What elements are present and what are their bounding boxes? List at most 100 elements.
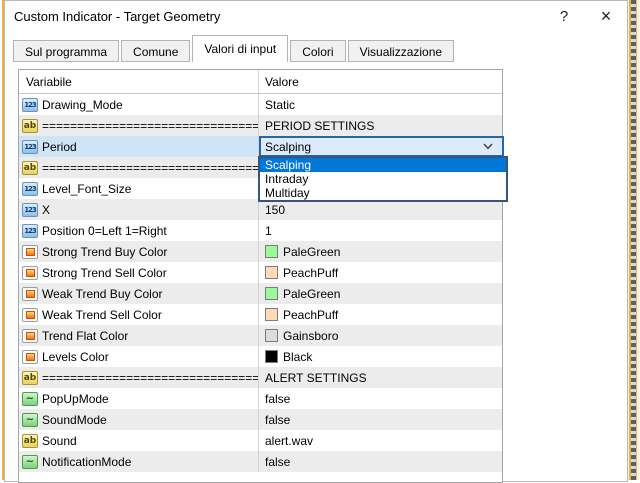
dialog-title: Custom Indicator - Target Geometry: [14, 9, 221, 24]
table-row[interactable]: ab Sound alert.wav: [19, 430, 502, 451]
table-row[interactable]: Weak Trend Buy Color PaleGreen: [19, 283, 502, 304]
table-row[interactable]: ~ SoundMode false: [19, 409, 502, 430]
variable-value: 150: [265, 202, 286, 217]
variable-name: Strong Trend Buy Color: [42, 244, 168, 259]
value-cell[interactable]: PeachPuff: [259, 262, 502, 283]
variable-name: PopUpMode: [42, 391, 109, 406]
background-chart-right: [628, 0, 640, 480]
value-cell[interactable]: Scalping: [259, 136, 504, 157]
variable-cell: ~ SoundMode: [19, 409, 259, 430]
color-swatch: [265, 287, 278, 300]
table-row[interactable]: 123 Period Scalping: [19, 136, 504, 157]
value-cell[interactable]: PaleGreen: [259, 283, 502, 304]
tab-comune[interactable]: Comune: [121, 40, 191, 62]
variable-value: false: [265, 412, 291, 427]
variable-value: ALERT SETTINGS: [265, 370, 367, 385]
tab-bar: Sul programma Comune Valori di input Col…: [13, 34, 456, 62]
color-swatch: [265, 245, 278, 258]
variable-cell: 123 Level_Font_Size: [19, 178, 259, 199]
table-row[interactable]: 123 Drawing_Mode Static: [19, 94, 502, 115]
dropdown-option-multiday[interactable]: Multiday: [260, 186, 506, 200]
dropdown-option-scalping[interactable]: Scalping: [260, 158, 506, 172]
tab-sul-programma[interactable]: Sul programma: [13, 40, 120, 62]
table-row[interactable]: Strong Trend Sell Color PeachPuff: [19, 262, 502, 283]
value-cell[interactable]: false: [259, 409, 502, 430]
table-row[interactable]: ~ PopUpMode false: [19, 388, 502, 409]
variable-cell: ab Sound: [19, 430, 259, 451]
variable-value: PERIOD SETTINGS: [265, 118, 375, 133]
table-row[interactable]: Levels Color Black: [19, 346, 502, 367]
variable-value: false: [265, 391, 291, 406]
table-row[interactable]: ~ NotificationMode false: [19, 451, 502, 472]
title-bar[interactable]: Custom Indicator - Target Geometry ? ×: [5, 1, 627, 32]
table-row[interactable]: ab ================================== AL…: [19, 367, 502, 388]
color-icon: [22, 244, 38, 259]
table-row[interactable]: Trend Flat Color Gainsboro: [19, 325, 502, 346]
variable-name: SoundMode: [42, 412, 107, 427]
table-body: 123 Drawing_Mode Static ab =============…: [19, 94, 504, 472]
variable-name: ==================================: [42, 118, 259, 133]
table-header: Variabile Valore: [19, 70, 502, 94]
tab-valori-di-input[interactable]: Valori di input: [192, 35, 289, 62]
table-row[interactable]: 123 Position 0=Left 1=Right 1: [19, 220, 502, 241]
variable-cell: 123 Period: [19, 136, 259, 157]
variable-name: Level_Font_Size: [42, 181, 132, 196]
variable-name: Levels Color: [42, 349, 109, 364]
titlebar-buttons: ? ×: [543, 1, 627, 32]
value-cell[interactable]: PaleGreen: [259, 241, 502, 262]
value-cell[interactable]: PeachPuff: [259, 304, 502, 325]
variable-value: PeachPuff: [283, 265, 339, 280]
variable-name: X: [42, 202, 51, 217]
dialog-window: Custom Indicator - Target Geometry ? × S…: [4, 0, 628, 483]
tab-visualizzazione[interactable]: Visualizzazione: [347, 40, 455, 62]
chevron-down-icon: [483, 143, 493, 150]
variable-name: ==================================: [42, 160, 259, 175]
table-row[interactable]: Weak Trend Sell Color PeachPuff: [19, 304, 502, 325]
variable-value: alert.wav: [265, 433, 314, 448]
color-icon: [22, 307, 38, 322]
bool-icon: ~: [22, 412, 38, 427]
variable-cell: 123 Drawing_Mode: [19, 94, 259, 115]
table-row[interactable]: 123 X 150: [19, 199, 502, 220]
variable-value: 1: [265, 223, 272, 238]
value-cell[interactable]: false: [259, 451, 502, 472]
value-cell[interactable]: 1: [259, 220, 502, 241]
value-cell[interactable]: 150: [259, 199, 502, 220]
value-cell[interactable]: PERIOD SETTINGS: [259, 115, 502, 136]
table-row[interactable]: ab ================================== PE…: [19, 115, 502, 136]
help-button[interactable]: ?: [543, 1, 585, 32]
variable-value: PaleGreen: [283, 244, 341, 259]
variable-cell: 123 Position 0=Left 1=Right: [19, 220, 259, 241]
close-button[interactable]: ×: [585, 1, 627, 32]
color-icon: [22, 265, 38, 280]
variable-name: Strong Trend Sell Color: [42, 265, 167, 280]
value-cell[interactable]: ALERT SETTINGS: [259, 367, 502, 388]
variable-cell: Strong Trend Sell Color: [19, 262, 259, 283]
inputs-table: Variabile Valore 123 Drawing_Mode Static…: [18, 69, 504, 483]
value-cell[interactable]: false: [259, 388, 502, 409]
variable-name: Sound: [42, 433, 77, 448]
numeric-icon: 123: [22, 223, 38, 238]
variable-name: Position 0=Left 1=Right: [42, 223, 167, 238]
numeric-icon: 123: [22, 202, 38, 217]
combobox-value: Scalping: [265, 139, 312, 154]
variable-cell: ab ==================================: [19, 157, 259, 178]
value-cell[interactable]: alert.wav: [259, 430, 502, 451]
variable-cell: ~ PopUpMode: [19, 388, 259, 409]
variable-cell: Levels Color: [19, 346, 259, 367]
value-cell[interactable]: Static: [259, 94, 502, 115]
dropdown-option-intraday[interactable]: Intraday: [260, 172, 506, 186]
color-swatch: [265, 329, 278, 342]
variable-value: PaleGreen: [283, 286, 341, 301]
numeric-icon: 123: [22, 181, 38, 196]
bool-icon: ~: [22, 391, 38, 406]
bool-icon: ~: [22, 454, 38, 469]
period-combobox[interactable]: Scalping: [259, 136, 504, 157]
period-dropdown: Scalping Intraday Multiday: [258, 156, 508, 202]
tab-colori[interactable]: Colori: [290, 40, 346, 62]
numeric-icon: 123: [22, 139, 38, 154]
value-cell[interactable]: Black: [259, 346, 502, 367]
value-cell[interactable]: Gainsboro: [259, 325, 502, 346]
color-icon: [22, 328, 38, 343]
table-row[interactable]: Strong Trend Buy Color PaleGreen: [19, 241, 502, 262]
